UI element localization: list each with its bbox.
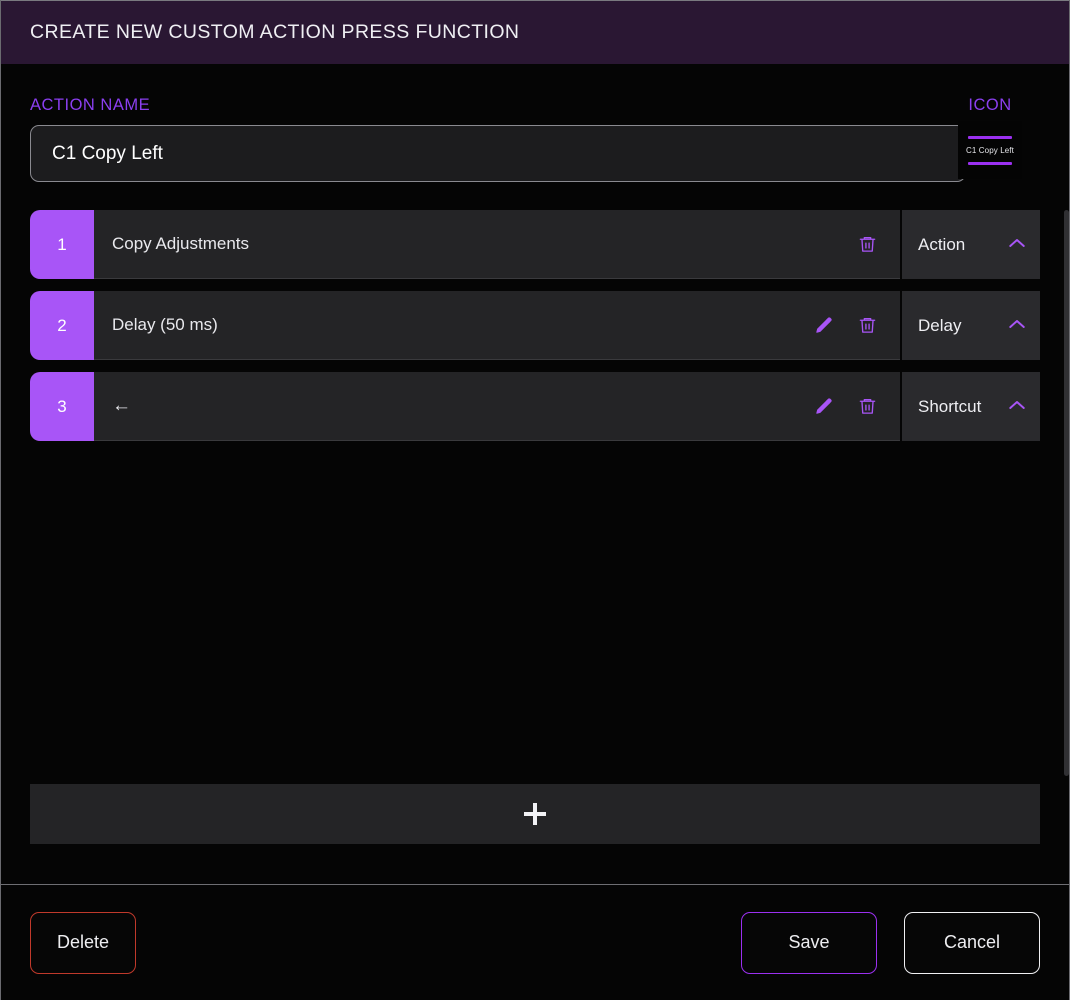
step-title: ← (112, 395, 131, 416)
add-step-wrapper (1, 784, 1069, 844)
footer-right-group: Save Cancel (741, 911, 1040, 974)
chevron-up-icon (1008, 236, 1026, 254)
delete-step-icon[interactable] (856, 395, 878, 417)
action-name-input[interactable] (30, 125, 966, 182)
icon-bar-bottom (968, 161, 1012, 165)
step-type-dropdown[interactable]: Delay (902, 291, 1040, 360)
step-list: 1 Copy Adjustments Action 2 Delay (50 ms… (1, 210, 1069, 784)
step-number-badge: 2 (30, 291, 94, 360)
icon-preview-caption: C1 Copy Left (966, 145, 1014, 155)
save-button[interactable]: Save (741, 911, 877, 974)
add-step-button[interactable] (30, 784, 1040, 844)
plus-icon (524, 803, 546, 825)
cancel-button[interactable]: Cancel (904, 911, 1040, 974)
step-title: Delay (50 ms) (112, 315, 218, 334)
delete-button[interactable]: Delete (30, 911, 136, 974)
step-number-badge: 3 (30, 372, 94, 441)
icon-bar-top (968, 135, 1012, 139)
step-type-label: Action (918, 234, 966, 254)
action-name-label: ACTION NAME (30, 96, 151, 114)
step-number-badge: 1 (30, 210, 94, 279)
step-row-actions (856, 233, 884, 255)
step-main[interactable]: Copy Adjustments (94, 210, 900, 279)
delete-step-icon[interactable] (856, 314, 878, 336)
table-row[interactable]: 2 Delay (50 ms) Delay (30, 291, 1040, 360)
step-row-actions (812, 395, 884, 417)
edit-pencil-icon[interactable] (812, 395, 834, 417)
step-list-scrollbar[interactable] (1064, 210, 1069, 776)
table-row[interactable]: 3 ← Shortcut (30, 372, 1040, 441)
dialog-footer: Delete Save Cancel (1, 885, 1069, 1000)
footer-divider (1, 884, 1069, 885)
chevron-up-icon (1008, 317, 1026, 335)
table-row[interactable]: 1 Copy Adjustments Action (30, 210, 1040, 279)
icon-preview[interactable]: C1 Copy Left (958, 121, 1022, 179)
dialog-title: CREATE NEW CUSTOM ACTION PRESS FUNCTION (30, 21, 520, 43)
step-main[interactable]: ← (94, 372, 900, 441)
icon-column: ICON C1 Copy Left (937, 64, 1043, 179)
step-main[interactable]: Delay (50 ms) (94, 291, 900, 360)
dialog-titlebar: CREATE NEW CUSTOM ACTION PRESS FUNCTION (1, 0, 1069, 64)
action-name-section: ACTION NAME ICON C1 Copy Left (1, 64, 1069, 182)
action-name-column: ACTION NAME (1, 64, 966, 182)
step-type-label: Delay (918, 315, 962, 335)
step-type-label: Shortcut (918, 396, 982, 416)
icon-label: ICON (968, 96, 1012, 114)
create-custom-action-dialog: CREATE NEW CUSTOM ACTION PRESS FUNCTION … (0, 0, 1070, 1000)
dialog-body: ACTION NAME ICON C1 Copy Left 1 Copy Adj… (1, 64, 1069, 885)
step-type-dropdown[interactable]: Shortcut (902, 372, 1040, 441)
step-row-actions (812, 314, 884, 336)
step-title: Copy Adjustments (112, 234, 250, 253)
step-type-dropdown[interactable]: Action (902, 210, 1040, 279)
edit-pencil-icon[interactable] (812, 314, 834, 336)
delete-step-icon[interactable] (856, 233, 878, 255)
chevron-up-icon (1008, 398, 1026, 416)
